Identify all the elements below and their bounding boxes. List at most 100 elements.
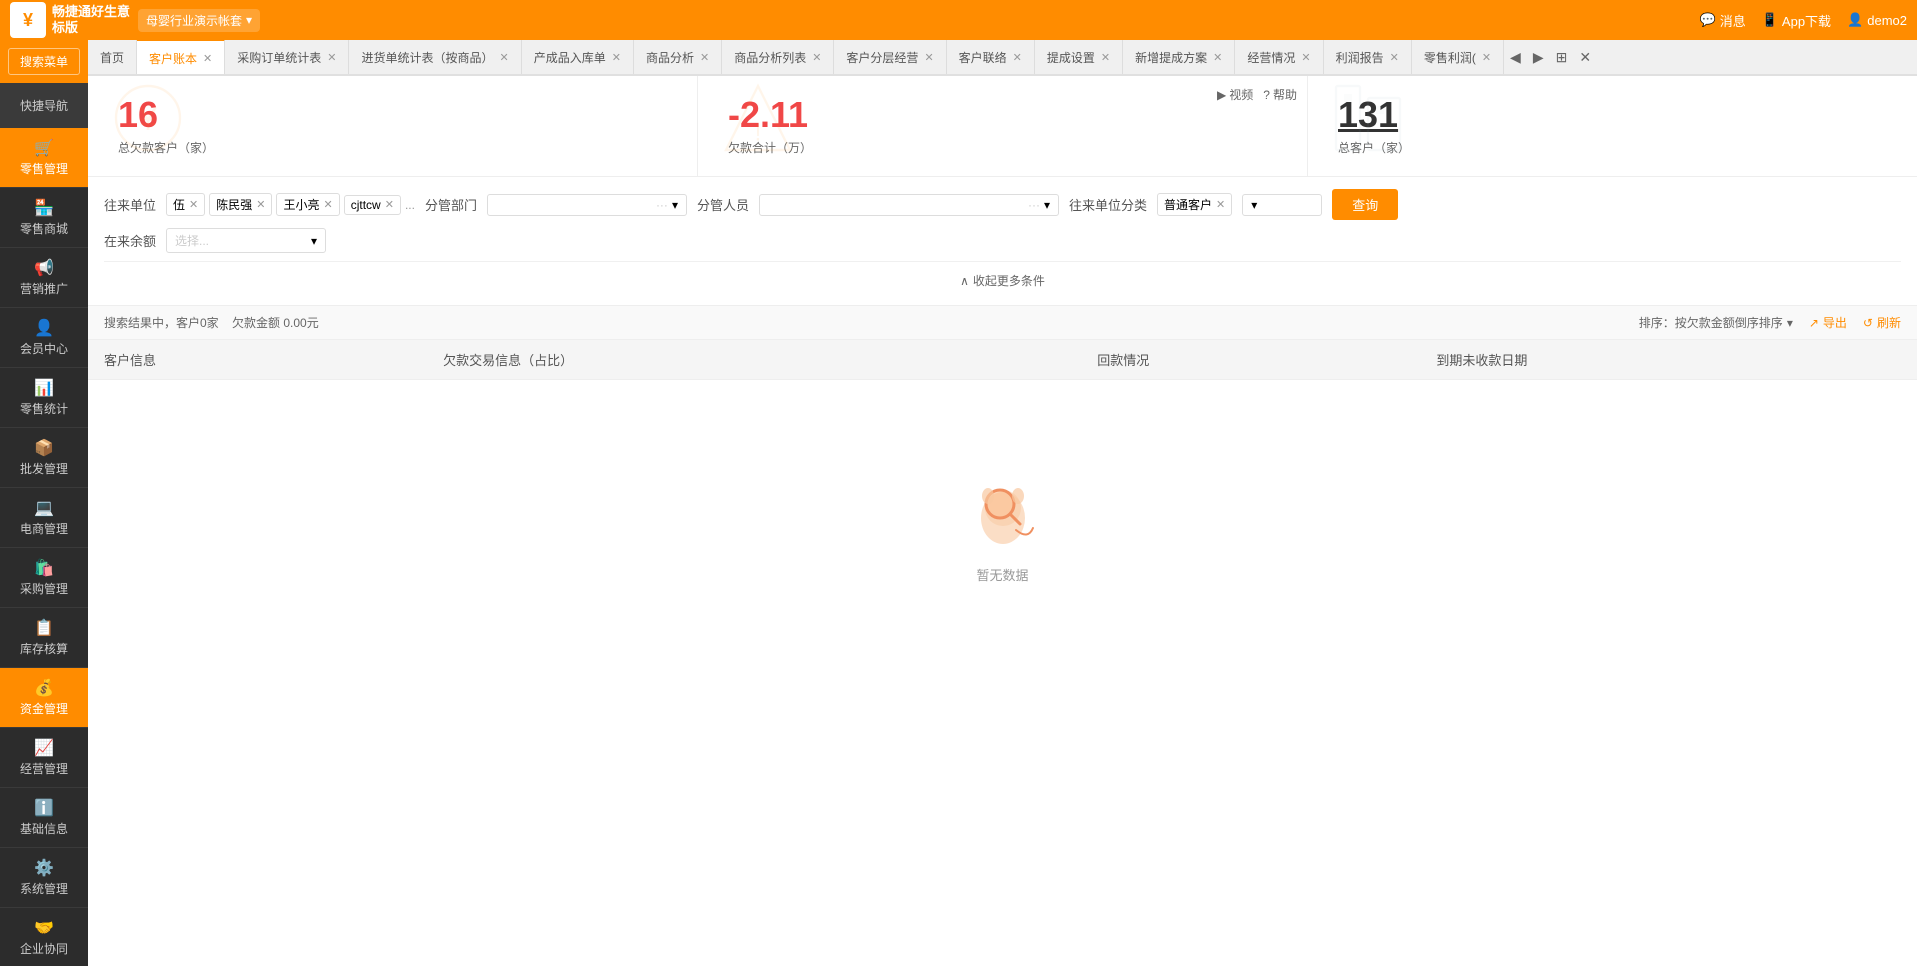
tab-profit-report[interactable]: 利润报告 ✕ [1324,40,1412,75]
content-area: 首页 客户账本 ✕ 采购订单统计表 ✕ 进货单统计表（按商品） ✕ 产成品入库单… [88,40,1917,966]
retail-icon: 🛒 [4,138,84,158]
tab-customer-layer[interactable]: 客户分层经营 ✕ [834,40,946,75]
balance-select[interactable]: 选择... ▾ [166,228,326,253]
logo-area: ¥ 畅捷通好生意 标版 [10,2,130,38]
unit-tags: 伍 ✕ 陈民强 ✕ 王小亮 ✕ [166,193,415,216]
tab-cost-inbound[interactable]: 产成品入库单 ✕ [522,40,634,75]
help-btn[interactable]: ? 帮助 [1263,86,1297,103]
results-summary: 搜索结果中，客户0家 欠款金额 0.00元 [104,314,319,331]
avatar-icon: 👤 [1847,12,1863,28]
tab-expand-btn[interactable]: ⊞ [1550,40,1574,75]
tag-close-wu[interactable]: ✕ [189,198,198,211]
tab-promotion-settings[interactable]: 提成设置 ✕ [1035,40,1123,75]
tab-close-customer-capital[interactable]: ✕ [203,52,212,65]
sidebar-item-retail-stats[interactable]: 📊 零售统计 [0,368,88,428]
stats-row: ¥ 16 总欠款客户（家） ! [88,76,1917,177]
tab-close-goods-list[interactable]: ✕ [812,51,821,64]
unit-tag-wu[interactable]: 伍 ✕ [166,193,205,216]
person-select[interactable]: ··· ▾ [759,194,1059,216]
sort-selector[interactable]: 排序：按欠款金额倒序排序 ▾ [1639,314,1793,331]
tab-close-promotion[interactable]: ✕ [1101,51,1110,64]
tab-customer-capital[interactable]: 客户账本 ✕ [137,40,225,75]
balance-placeholder: 选择... [175,232,209,249]
unit-tag-wang[interactable]: 王小亮 ✕ [276,193,339,216]
table-header-row: 客户信息 欠款交易信息（占比） 回款情况 到期未收款日期 [88,340,1917,380]
tag-close-cjttcw[interactable]: ✕ [385,198,394,211]
sidebar-item-system[interactable]: ⚙️ 系统管理 [0,848,88,908]
tab-ops-status[interactable]: 经营情况 ✕ [1235,40,1323,75]
logo-text: 畅捷通好生意 标版 [52,4,130,35]
sidebar-item-purchase[interactable]: 🛍️ 采购管理 [0,548,88,608]
tab-close-goods-analysis[interactable]: ✕ [700,51,709,64]
tab-close-profit[interactable]: ✕ [1390,51,1399,64]
tab-bar: 首页 客户账本 ✕ 采购订单统计表 ✕ 进货单统计表（按商品） ✕ 产成品入库单… [88,40,1917,76]
tag-close-wang[interactable]: ✕ [324,198,333,211]
unit-tag-chen[interactable]: 陈民强 ✕ [209,193,272,216]
tab-close-stock-stats[interactable]: ✕ [500,51,509,64]
message-btn[interactable]: 💬 消息 [1700,11,1746,30]
sidebar-item-enterprise[interactable]: 🤝 企业协同 [0,908,88,966]
tab-close-cost-inbound[interactable]: ✕ [612,51,621,64]
tab-stock-stats[interactable]: 进货单统计表（按商品） ✕ [349,40,521,75]
inventory-icon: 📋 [4,618,84,638]
tab-close-purchase-order[interactable]: ✕ [327,51,336,64]
refresh-icon: ↺ [1863,316,1873,330]
sidebar-item-base-info[interactable]: ℹ️ 基础信息 [0,788,88,848]
sidebar-item-finance[interactable]: 💰 资金管理 [0,668,88,728]
sidebar-item-ecommerce[interactable]: 💻 电商管理 [0,488,88,548]
tab-next-btn[interactable]: ▶ [1527,40,1550,75]
tag-close-chen[interactable]: ✕ [256,198,265,211]
tab-home[interactable]: 首页 [88,40,137,75]
category-select[interactable]: ▾ [1242,194,1322,216]
sort-chevron: ▾ [1787,316,1793,330]
tab-retail-profit[interactable]: 零售利润( ✕ [1412,40,1504,75]
person-chevron: ▾ [1044,198,1050,212]
video-help-area: ▶ 视频 ? 帮助 [1217,86,1297,103]
tab-close-ops[interactable]: ✕ [1301,51,1310,64]
quick-nav-btn[interactable]: 快捷导航 [8,91,80,120]
tab-close-all-btn[interactable]: ✕ [1573,40,1597,75]
export-btn[interactable]: ↗ 导出 [1809,314,1847,331]
video-btn[interactable]: ▶ 视频 [1217,86,1253,103]
unit-tag-cjttcw[interactable]: cjttcw ✕ [344,195,401,215]
query-button[interactable]: 查询 [1332,189,1398,220]
sidebar-item-retail-mgmt[interactable]: 🛒 零售管理 [0,128,88,188]
video-icon: ▶ [1217,88,1226,102]
tab-goods-analysis-list[interactable]: 商品分析列表 ✕ [722,40,834,75]
finance-icon: 💰 [4,678,84,698]
tab-close-new-promo[interactable]: ✕ [1213,51,1222,64]
tab-new-promotion[interactable]: 新增提成方案 ✕ [1123,40,1235,75]
store-selector[interactable]: 母婴行业演示帐套 ▾ [138,9,260,32]
unit-label: 往来单位 [104,195,156,214]
search-menu-btn[interactable]: 搜索菜单 [8,48,80,75]
sidebar-item-wholesale[interactable]: 📦 批发管理 [0,428,88,488]
dept-select[interactable]: ··· ▾ [487,194,687,216]
sidebar-item-marketing[interactable]: 📢 营销推广 [0,248,88,308]
collapse-btn[interactable]: ∧ 收起更多条件 [104,272,1901,289]
unit-tag-more[interactable]: ... [405,198,415,212]
category-label: 往来单位分类 [1069,195,1147,214]
user-avatar[interactable]: 👤 demo2 [1847,12,1907,28]
sort-label: 排序：按欠款金额倒序排序 [1639,314,1783,331]
purchase-icon: 🛍️ [4,558,84,578]
quick-nav-area: 快捷导航 [0,83,88,128]
filter-area: 往来单位 伍 ✕ 陈民强 ✕ 王小亮 [88,177,1917,306]
tab-close-retail-profit[interactable]: ✕ [1482,51,1491,64]
sidebar-item-inventory[interactable]: 📋 库存核算 [0,608,88,668]
top-bar-right: 💬 消息 📱 App下载 👤 demo2 [1700,11,1907,30]
tab-purchase-order[interactable]: 采购订单统计表 ✕ [225,40,349,75]
tab-close-customer-layer[interactable]: ✕ [924,51,933,64]
tab-close-customer-contact[interactable]: ✕ [1013,51,1022,64]
tag-close-category[interactable]: ✕ [1216,198,1225,211]
sidebar-item-member[interactable]: 👤 会员中心 [0,308,88,368]
tab-customer-contact[interactable]: 客户联络 ✕ [947,40,1035,75]
tab-prev-btn[interactable]: ◀ [1504,40,1527,75]
logo-icon: ¥ [10,2,46,38]
app-download-btn[interactable]: 📱 App下载 [1762,11,1831,30]
sidebar-item-operations[interactable]: 📈 经营管理 [0,728,88,788]
refresh-btn[interactable]: ↺ 刷新 [1863,314,1901,331]
category-tag-normal[interactable]: 普通客户 ✕ [1157,193,1232,216]
tab-goods-analysis[interactable]: 商品分析 ✕ [634,40,722,75]
system-icon: ⚙️ [4,858,84,878]
sidebar-item-retail-mall[interactable]: 🏪 零售商城 [0,188,88,248]
